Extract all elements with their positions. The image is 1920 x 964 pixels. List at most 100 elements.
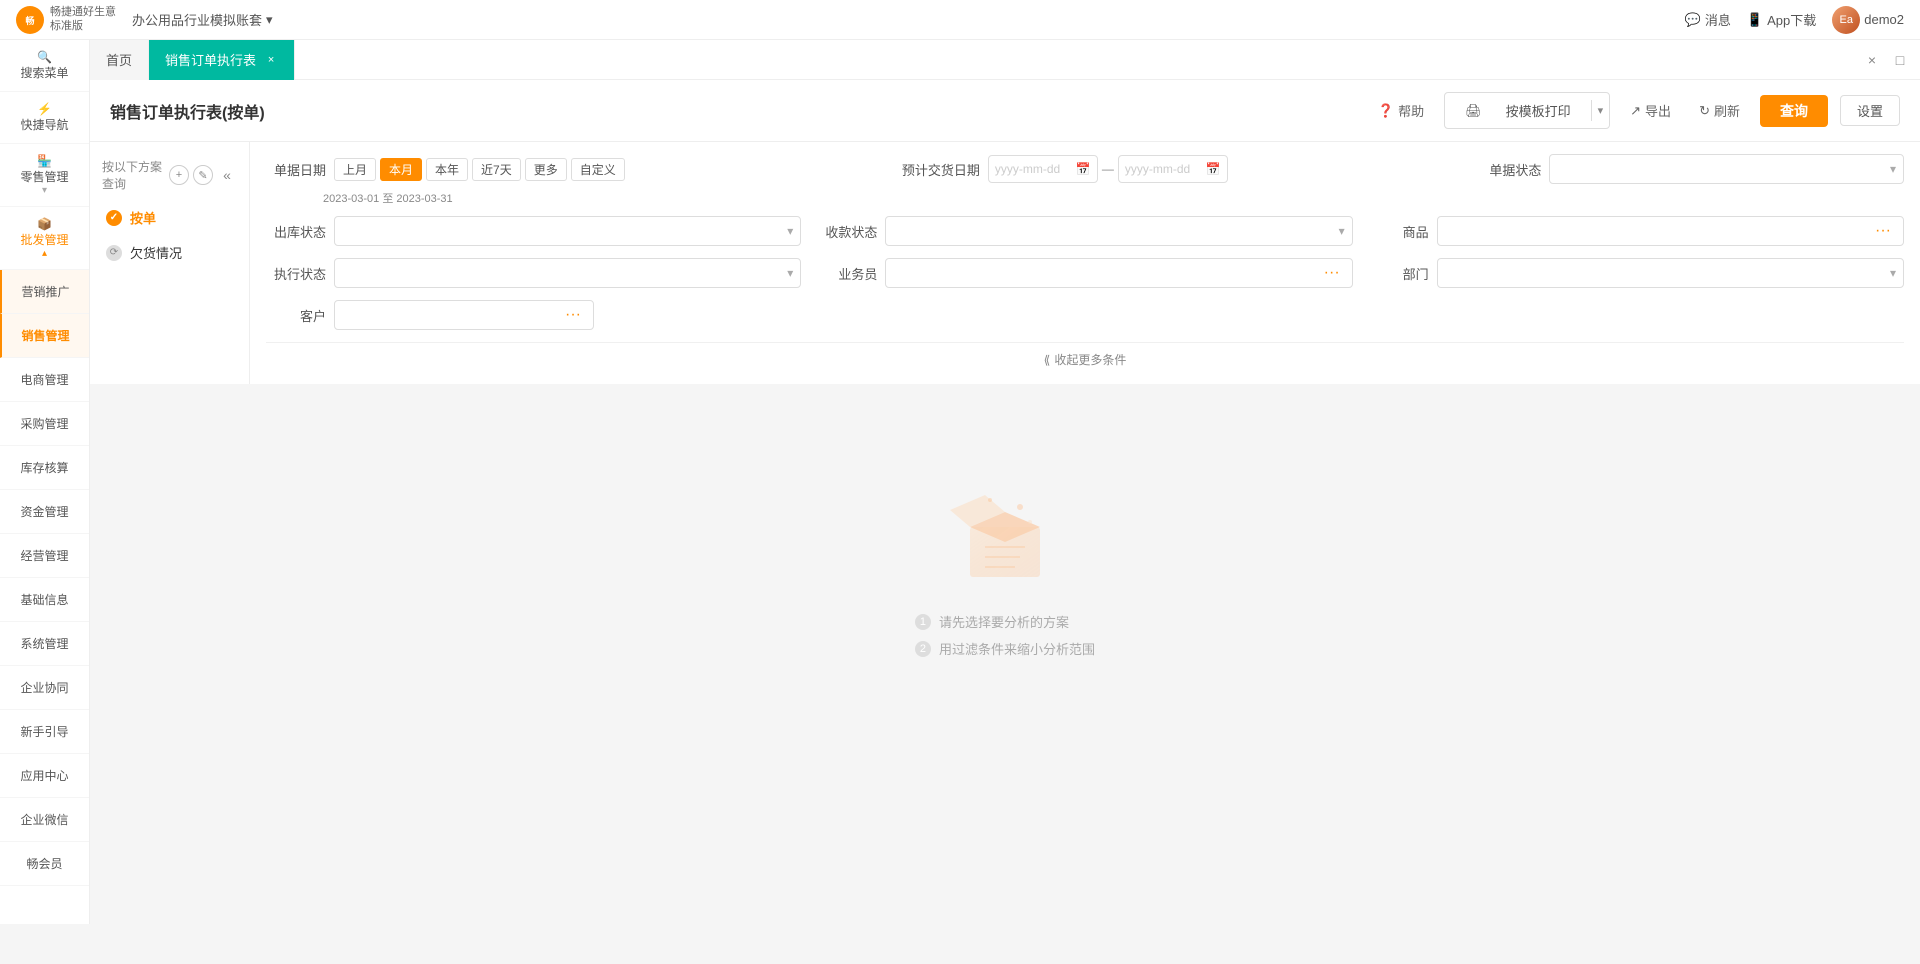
date-filter-group: 上月 本月 本年 近7天 更多 自定义 (334, 158, 886, 181)
shipment-label: 出库状态 (266, 222, 326, 241)
tab-home[interactable]: 首页 (90, 40, 149, 80)
status-label: 单据状态 (1481, 160, 1541, 179)
retail-arrow: ▾ (42, 185, 47, 196)
sidebar-item-newbie[interactable]: 新手引导 (0, 710, 89, 754)
date-btn-more[interactable]: 更多 (525, 158, 567, 181)
filter-row-4: 客户 ··· (266, 300, 1904, 330)
retail-icon: 🏪 (37, 154, 52, 168)
tab-close-btn[interactable]: × (264, 53, 278, 67)
date-btn-custom[interactable]: 自定义 (571, 158, 625, 181)
date-btn-this-month[interactable]: 本月 (380, 158, 422, 181)
window-maximize-btn[interactable]: □ (1888, 48, 1912, 72)
sidebar-item-retail[interactable]: 🏪 零售管理 ▾ (0, 144, 89, 207)
payment-label: 收款状态 (817, 222, 877, 241)
refresh-icon: ↻ (1699, 103, 1710, 119)
empty-state: 1 请先选择要分析的方案 2 用过滤条件来缩小分析范围 (90, 392, 1920, 738)
subnav-add-btn[interactable]: + (169, 165, 189, 185)
filter-field-expected-date: 预计交货日期 yyyy-mm-dd 📅 — yyyy-mm-dd 📅 (902, 155, 1466, 183)
empty-tip-2: 2 用过滤条件来缩小分析范围 (915, 639, 1095, 658)
goods-ellipsis[interactable]: ··· (1871, 222, 1895, 240)
tip-num-2: 2 (915, 641, 931, 657)
sidebar-item-sales[interactable]: 销售管理 (0, 314, 89, 358)
sidebar-item-purchase[interactable]: 采购管理 (0, 402, 89, 446)
shipment-select[interactable]: 未出库 部分出库 全部出库 (334, 216, 801, 246)
tab-bar: 首页 销售订单执行表 × × □ (90, 40, 1920, 80)
filter-field-salesperson: 业务员 ··· (817, 258, 1352, 288)
app-download-action[interactable]: 📱 App下载 (1747, 10, 1816, 29)
sidebar-item-appcenter[interactable]: 应用中心 (0, 754, 89, 798)
sidebar-item-ecommerce[interactable]: 电商管理 (0, 358, 89, 402)
sidebar-item-nav[interactable]: ⚡ 快捷导航 (0, 92, 89, 144)
sidebar-item-enterprise[interactable]: 企业协同 (0, 666, 89, 710)
date-range-info: 2023-03-01 至 2023-03-31 (266, 188, 1904, 206)
sidebar-item-operations[interactable]: 经营管理 (0, 534, 89, 578)
empty-tip-1: 1 请先选择要分析的方案 (915, 612, 1095, 631)
subnav-item-byorder[interactable]: ✓ 按单 (90, 200, 249, 235)
calendar-icon-to: 📅 (1206, 162, 1221, 176)
header-right: 💬 消息 📱 App下载 Ea demo2 (1685, 6, 1904, 34)
empty-illustration (945, 472, 1065, 592)
top-header: 畅 畅捷通好生意 标准版 办公用品行业模拟账套 ▾ 💬 消息 📱 App下载 E… (0, 0, 1920, 40)
wholesale-icon: 📦 (37, 217, 52, 231)
date-btn-this-year[interactable]: 本年 (426, 158, 468, 181)
status-select[interactable]: 待审核 已审核 已驳回 (1549, 154, 1904, 184)
date-btn-7days[interactable]: 近7天 (472, 158, 521, 181)
export-btn[interactable]: ↗ 导出 (1622, 97, 1679, 124)
page-actions: ❓ 帮助 🖨 按模板打印 ▾ ↗ 导出 (1370, 92, 1900, 129)
sidebar-item-inventory[interactable]: 库存核算 (0, 446, 89, 490)
expected-date-from[interactable]: yyyy-mm-dd 📅 (988, 155, 1098, 183)
message-icon: 💬 (1685, 12, 1701, 28)
subnav-edit-btn[interactable]: ✎ (193, 165, 213, 185)
print-icon: 🖨 (1455, 99, 1492, 123)
help-btn[interactable]: ❓ 帮助 (1370, 97, 1432, 124)
date-btn-last-month[interactable]: 上月 (334, 158, 376, 181)
filter-row-3: 执行状态 执行中 已完成 业务员 (266, 258, 1904, 288)
filter-field-status: 单据状态 待审核 已审核 已驳回 (1481, 154, 1904, 184)
sidebar-item-search[interactable]: 🔍 搜索菜单 (0, 40, 89, 92)
filter-panel: 按以下方案查询 + ✎ « ✓ 按单 ⟳ 欠货情况 (90, 142, 1920, 384)
sidebar-item-wechat[interactable]: 企业微信 (0, 798, 89, 842)
query-btn[interactable]: 查询 (1760, 95, 1828, 127)
shipment-select-wrapper: 未出库 部分出库 全部出库 (334, 216, 801, 246)
filter-row-2: 出库状态 未出库 部分出库 全部出库 (266, 216, 1904, 246)
enterprise-selector[interactable]: 办公用品行业模拟账套 ▾ (124, 8, 281, 31)
sidebar-item-finance[interactable]: 资金管理 (0, 490, 89, 534)
main-content: 首页 销售订单执行表 × × □ 销售订单执行表(按单) ❓ 帮助 (90, 40, 1920, 924)
avatar: Ea (1832, 6, 1860, 34)
filter-field-shipment: 出库状态 未出库 部分出库 全部出库 (266, 216, 801, 246)
date-quick-btns: 上月 本月 本年 近7天 更多 自定义 (334, 158, 625, 181)
sidebar-item-baseinfo[interactable]: 基础信息 (0, 578, 89, 622)
export-icon: ↗ (1630, 103, 1641, 119)
subnav-item-shortage[interactable]: ⟳ 欠货情况 (90, 235, 249, 270)
collapse-btn[interactable]: ⟪ 收起更多条件 (266, 342, 1904, 372)
subnav-header: 按以下方案查询 + ✎ « (90, 154, 249, 196)
expected-date-to[interactable]: yyyy-mm-dd 📅 (1118, 155, 1228, 183)
sidebar-item-marketing[interactable]: 营销推广 (0, 270, 89, 314)
message-action[interactable]: 💬 消息 (1685, 10, 1731, 29)
tab-active[interactable]: 销售订单执行表 × (149, 40, 295, 80)
sidebar-item-member[interactable]: 畅会员 (0, 842, 89, 886)
customer-label: 客户 (266, 306, 326, 325)
salesperson-ellipsis[interactable]: ··· (1320, 264, 1344, 282)
settings-btn[interactable]: 设置 (1840, 95, 1900, 126)
customer-ellipsis[interactable]: ··· (561, 306, 585, 324)
svg-text:畅: 畅 (25, 15, 34, 26)
payment-select[interactable]: 未收款 部分收款 全部收款 (885, 216, 1352, 246)
left-subnav: 按以下方案查询 + ✎ « ✓ 按单 ⟳ 欠货情况 (90, 142, 250, 384)
sidebar-item-wholesale[interactable]: 📦 批发管理 ▴ (0, 207, 89, 270)
subnav-active-dot: ✓ (106, 210, 122, 226)
print-dropdown-arrow[interactable]: ▾ (1591, 100, 1610, 121)
sidebar-item-system[interactable]: 系统管理 (0, 622, 89, 666)
subnav-collapse-btn[interactable]: « (217, 165, 237, 185)
enterprise-dropdown-icon: ▾ (266, 12, 273, 28)
app-layout: 🔍 搜索菜单 ⚡ 快捷导航 🏪 零售管理 ▾ 📦 批发管理 ▴ 营销推广 销售管… (0, 40, 1920, 924)
user-profile[interactable]: Ea demo2 (1832, 6, 1904, 34)
help-icon: ❓ (1378, 103, 1394, 119)
window-close-btn[interactable]: × (1860, 48, 1884, 72)
dept-select[interactable] (1437, 258, 1904, 288)
filter-field-payment: 收款状态 未收款 部分收款 全部收款 (817, 216, 1352, 246)
salesperson-label: 业务员 (817, 264, 877, 283)
print-btn[interactable]: 🖨 按模板打印 ▾ (1444, 92, 1610, 129)
exec-select[interactable]: 执行中 已完成 (334, 258, 801, 288)
refresh-btn[interactable]: ↻ 刷新 (1691, 97, 1748, 124)
